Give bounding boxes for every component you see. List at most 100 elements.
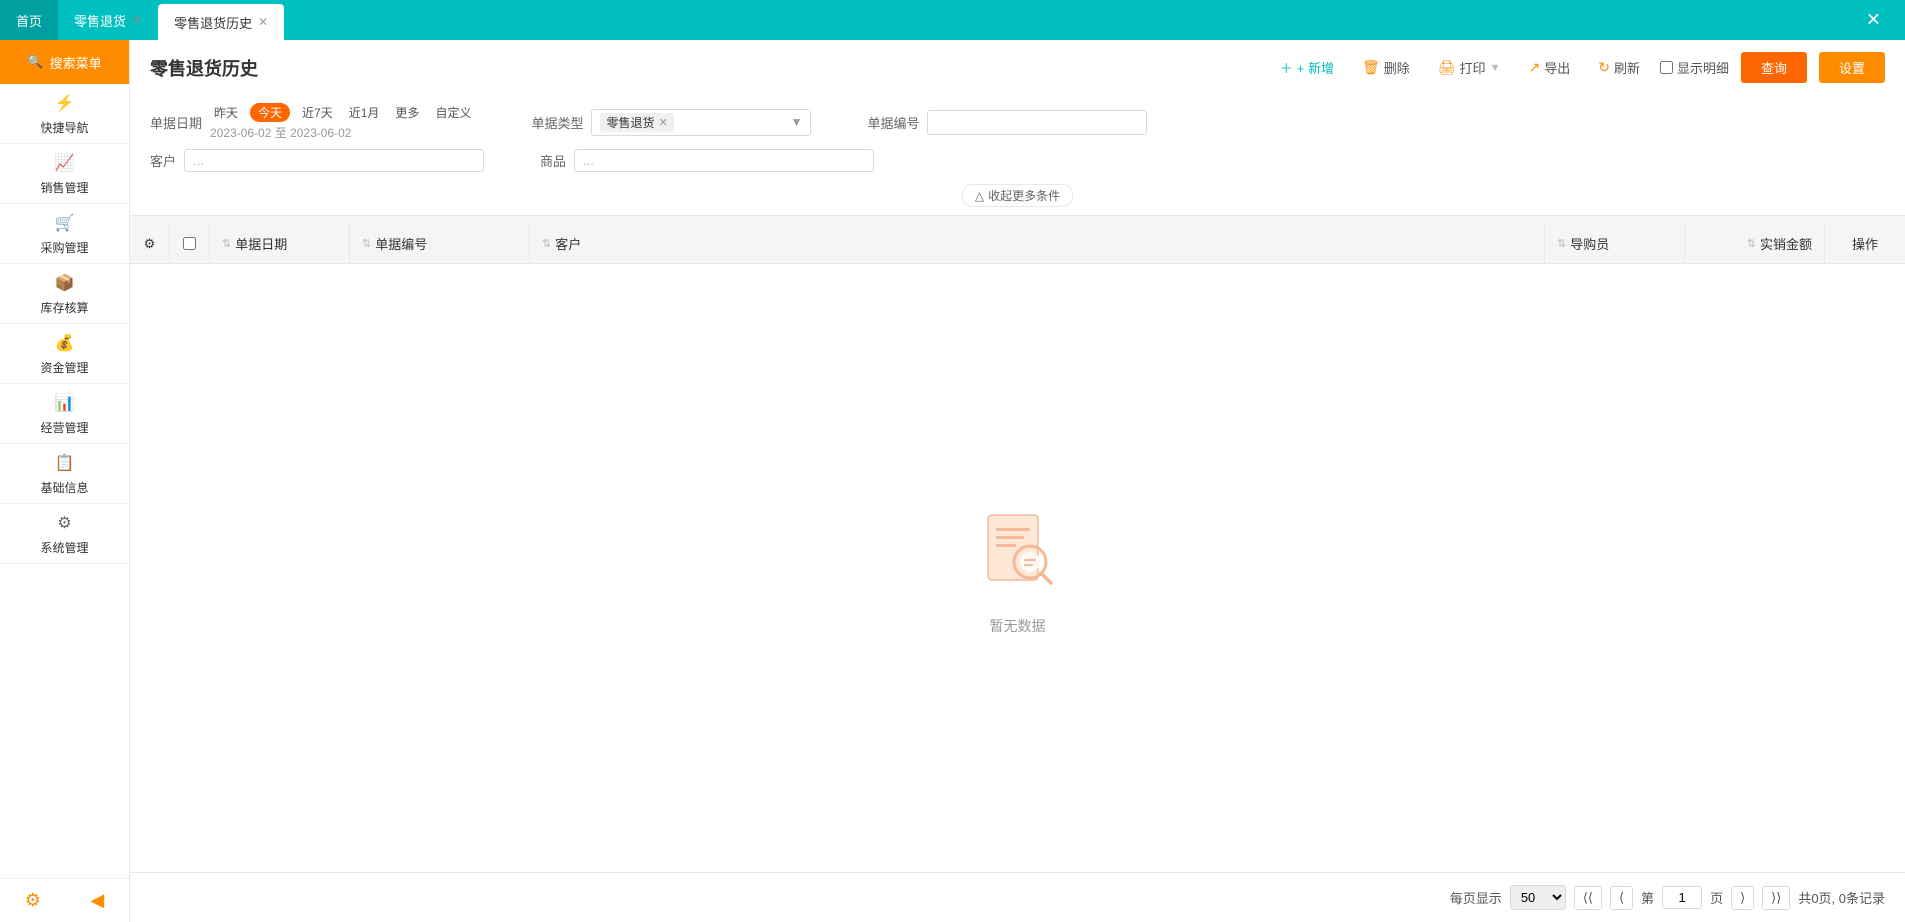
date-label: 单据日期 — [150, 113, 202, 132]
sort-amount-icon[interactable]: ⇅ — [1747, 237, 1756, 250]
tab-retail-return-label: 零售退货 — [74, 11, 126, 30]
content-area: 零售退货历史 ＋ + 新增 🗑 删除 🖨 打印 ▼ — [130, 40, 1905, 922]
page-unit: 页 — [1710, 888, 1723, 907]
tab-home-label: 首页 — [16, 11, 42, 30]
page-last-btn[interactable]: ⟩⟩ — [1762, 886, 1790, 910]
sidebar-item-inventory[interactable]: 📦 库存核算 — [0, 264, 129, 324]
top-bar: 首页 零售退货 ✕ 零售退货历史 ✕ ✕ — [0, 0, 1905, 40]
th-settings[interactable]: ⚙ — [130, 224, 170, 263]
collapse-button[interactable]: △ 收起更多条件 — [962, 184, 1073, 207]
sidebar-item-finance[interactable]: 💰 资金管理 — [0, 324, 129, 384]
print-button[interactable]: 🖨 打印 ▼ — [1430, 54, 1509, 81]
sidebar-item-sales-label: 销售管理 — [40, 179, 88, 196]
tab-retail-return-close[interactable]: ✕ — [132, 13, 142, 27]
date-btn-yesterday[interactable]: 昨天 — [210, 103, 242, 122]
show-detail-checkbox[interactable]: 显示明细 — [1660, 58, 1729, 77]
doc-type-select[interactable]: 零售退货 ✕ ▼ — [591, 109, 811, 136]
doc-no-input[interactable] — [927, 110, 1147, 135]
settings-label: 设置 — [1839, 61, 1865, 76]
date-btn-group: 昨天 今天 近7天 近1月 更多 自定义 — [210, 103, 475, 122]
per-page-select[interactable]: 50 100 200 — [1510, 885, 1566, 910]
collapse-row: △ 收起更多条件 — [150, 180, 1885, 215]
show-detail-input[interactable] — [1660, 61, 1673, 74]
collapse-label: 收起更多条件 — [988, 187, 1060, 204]
doc-type-tag-close[interactable]: ✕ — [658, 116, 667, 129]
date-btn-1month[interactable]: 近1月 — [345, 103, 384, 122]
page-next-btn[interactable]: ⟩ — [1731, 886, 1754, 910]
date-filter: 单据日期 昨天 今天 近7天 近1月 更多 自定义 2023-06-02 至 2… — [150, 103, 475, 141]
sidebar-item-basic-info[interactable]: 📋 基础信息 — [0, 444, 129, 504]
pagination-bar: 每页显示 50 100 200 ⟨⟨ ⟨ 第 页 ⟩ ⟩⟩ 共0页, 0条记录 — [130, 872, 1905, 922]
date-btn-today[interactable]: 今天 — [250, 103, 290, 122]
date-btn-7days[interactable]: 近7天 — [298, 103, 337, 122]
operations-icon: 📊 — [53, 391, 77, 415]
delete-icon: 🗑 — [1362, 59, 1380, 76]
th-date-label: 单据日期 — [235, 234, 287, 253]
customer-select[interactable]: ... — [184, 149, 484, 172]
sidebar-item-purchase-mgmt[interactable]: 🛒 采购管理 — [0, 204, 129, 264]
sidebar-collapse-btn[interactable]: ◀ — [90, 890, 104, 911]
tab-retail-return-history[interactable]: 零售退货历史 ✕ — [158, 4, 284, 40]
sidebar-item-quick-nav[interactable]: ⚡ 快捷导航 — [0, 84, 129, 144]
tab-retail-return-history-label: 零售退货历史 — [174, 13, 252, 32]
sidebar-search[interactable]: 🔍 搜索菜单 — [0, 40, 129, 84]
table-header: ⚙ ⇅ 单据日期 ⇅ 单据编号 ⇅ 客户 ⇅ — [130, 224, 1905, 264]
th-settings-icon: ⚙ — [144, 236, 156, 252]
sort-customer-icon[interactable]: ⇅ — [542, 237, 551, 250]
page-prev-btn[interactable]: ⟨ — [1610, 886, 1633, 910]
sidebar-item-operations[interactable]: 📊 经营管理 — [0, 384, 129, 444]
print-arrow-icon: ▼ — [1490, 62, 1501, 74]
th-checkbox[interactable] — [170, 224, 210, 263]
tab-retail-return-history-close[interactable]: ✕ — [258, 15, 268, 29]
sort-guide-icon[interactable]: ⇅ — [1557, 237, 1566, 250]
quick-nav-icon: ⚡ — [53, 91, 77, 115]
sort-docno-icon[interactable]: ⇅ — [362, 237, 371, 250]
sort-date-icon[interactable]: ⇅ — [222, 237, 231, 250]
sidebar: 🔍 搜索菜单 ⚡ 快捷导航 📈 销售管理 🛒 采购管理 📦 库存核算 💰 资金管… — [0, 40, 130, 922]
refresh-button[interactable]: ↻ 刷新 — [1590, 54, 1648, 81]
page-first-btn[interactable]: ⟨⟨ — [1574, 886, 1602, 910]
system-icon: ⚙ — [53, 511, 77, 535]
select-all-checkbox[interactable] — [183, 237, 196, 250]
per-page-label: 每页显示 — [1450, 888, 1502, 907]
page-title: 零售退货历史 — [150, 55, 258, 81]
new-button[interactable]: ＋ + 新增 — [1272, 54, 1342, 81]
tab-retail-return[interactable]: 零售退货 ✕ — [58, 0, 158, 40]
page-num-input[interactable] — [1662, 886, 1702, 909]
delete-button[interactable]: 🗑 删除 — [1354, 54, 1418, 81]
date-btn-custom[interactable]: 自定义 — [431, 103, 475, 122]
delete-label: 删除 — [1384, 58, 1410, 77]
table-area: ⚙ ⇅ 单据日期 ⇅ 单据编号 ⇅ 客户 ⇅ — [130, 224, 1905, 922]
sidebar-item-system-label: 系统管理 — [40, 539, 88, 556]
settings-button[interactable]: 设置 — [1819, 52, 1885, 83]
doc-type-label: 单据类型 — [531, 113, 583, 132]
doc-no-filter: 单据编号 — [867, 110, 1147, 135]
print-label: 打印 — [1460, 58, 1486, 77]
page-title-row: 零售退货历史 ＋ + 新增 🗑 删除 🖨 打印 ▼ — [150, 52, 1885, 83]
export-button[interactable]: ↗ 导出 — [1520, 54, 1578, 81]
query-button[interactable]: 查询 — [1741, 52, 1807, 83]
date-filters: 昨天 今天 近7天 近1月 更多 自定义 2023-06-02 至 2023-0… — [210, 103, 475, 141]
close-window-icon[interactable]: ✕ — [1858, 6, 1889, 35]
tab-home[interactable]: 首页 — [0, 0, 58, 40]
sidebar-item-system-mgmt[interactable]: ⚙ 系统管理 — [0, 504, 129, 564]
new-label: + 新增 — [1297, 58, 1334, 77]
date-btn-more[interactable]: 更多 — [391, 103, 423, 122]
sidebar-item-sales-mgmt[interactable]: 📈 销售管理 — [0, 144, 129, 204]
basic-info-icon: 📋 — [53, 451, 77, 475]
doc-type-filter: 单据类型 零售退货 ✕ ▼ — [531, 109, 811, 136]
th-customer-label: 客户 — [555, 234, 581, 253]
sidebar-settings-btn[interactable]: ⚙ — [25, 890, 41, 911]
customer-filter: 客户 ... — [150, 149, 484, 172]
th-guide: ⇅ 导购员 — [1545, 224, 1685, 263]
goods-select[interactable]: ... — [574, 149, 874, 172]
refresh-icon: ↻ — [1598, 59, 1610, 76]
refresh-label: 刷新 — [1614, 58, 1640, 77]
main-layout: 🔍 搜索菜单 ⚡ 快捷导航 📈 销售管理 🛒 采购管理 📦 库存核算 💰 资金管… — [0, 40, 1905, 922]
customer-placeholder: ... — [193, 153, 204, 168]
total-text: 共0页, 0条记录 — [1798, 888, 1885, 907]
th-customer: ⇅ 客户 — [530, 224, 1545, 263]
sidebar-bottom: ⚙ ◀ — [0, 878, 129, 922]
th-date: ⇅ 单据日期 — [210, 224, 350, 263]
page-label: 第 — [1641, 888, 1654, 907]
